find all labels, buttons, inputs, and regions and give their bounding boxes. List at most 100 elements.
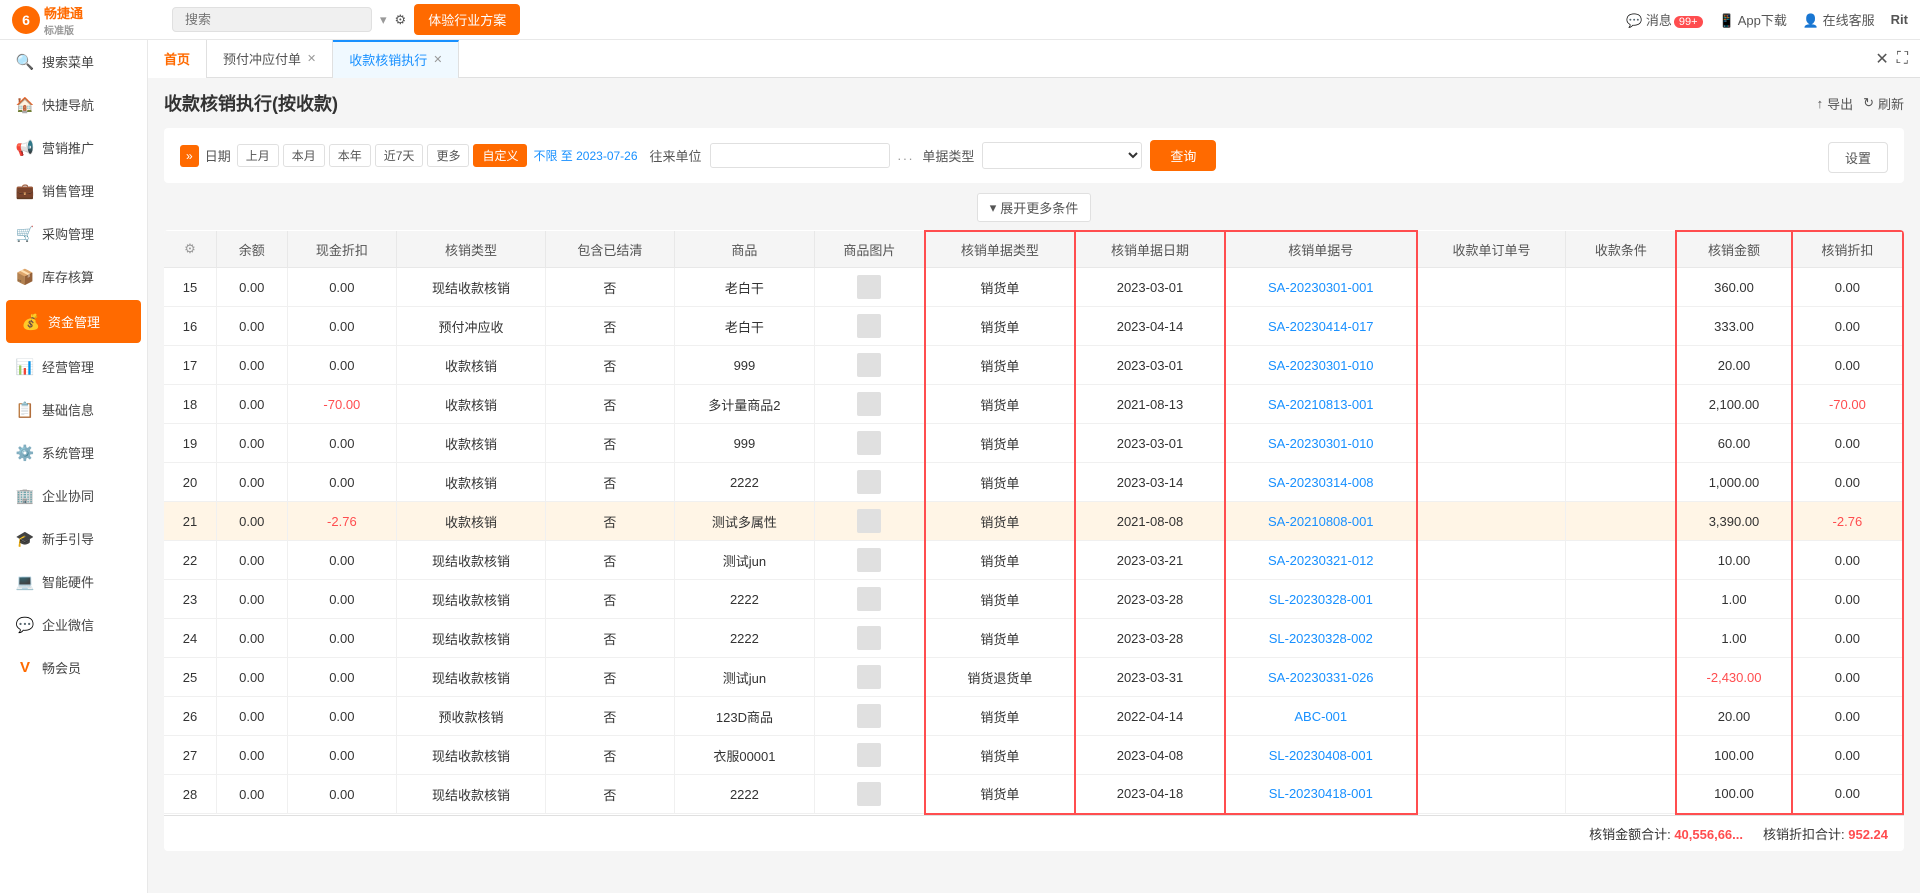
date-btn-thismonth[interactable]: 本月 [283, 144, 325, 167]
td-order-no [1417, 268, 1566, 307]
td-condition [1566, 268, 1676, 307]
sidebar-item-basic[interactable]: 📋 基础信息 [0, 388, 147, 431]
td-voucher-no[interactable]: SA-20230331-026 [1225, 658, 1416, 697]
expand-more-btn[interactable]: ▾ 展开更多条件 [977, 193, 1092, 222]
sidebar-item-member[interactable]: V 畅会员 [0, 646, 147, 689]
settings-col-icon[interactable]: ⚙ [184, 241, 196, 256]
td-voucher-date: 2023-03-28 [1075, 580, 1225, 619]
td-write-off-discount: 0.00 [1792, 307, 1903, 346]
voucher-no-link[interactable]: ABC-001 [1294, 709, 1347, 724]
export-btn[interactable]: ↑ 导出 [1817, 94, 1854, 113]
td-order-no [1417, 502, 1566, 541]
td-voucher-no[interactable]: SL-20230418-001 [1225, 775, 1416, 814]
date-btn-more[interactable]: 更多 [427, 144, 469, 167]
sidebar-item-quicknav[interactable]: 🏠 快捷导航 [0, 83, 147, 126]
sidebar-item-inventory[interactable]: 📦 库存核算 [0, 255, 147, 298]
sidebar-item-enterprise[interactable]: 🏢 企业协同 [0, 474, 147, 517]
td-voucher-no[interactable]: SA-20230314-008 [1225, 463, 1416, 502]
sidebar-item-marketing[interactable]: 📢 营销推广 [0, 126, 147, 169]
td-voucher-no[interactable]: ABC-001 [1225, 697, 1416, 736]
voucher-no-link[interactable]: SL-20230418-001 [1269, 786, 1373, 801]
industry-btn[interactable]: 体验行业方案 [414, 4, 520, 35]
sidebar-item-purchase[interactable]: 🛒 采购管理 [0, 212, 147, 255]
voucher-no-link[interactable]: SA-20230331-026 [1268, 670, 1374, 685]
tab-expand-btn[interactable]: ⛶ [1897, 50, 1908, 68]
online-service-btn[interactable]: 👤 在线客服 [1803, 10, 1875, 29]
voucher-no-link[interactable]: SA-20230314-008 [1268, 475, 1374, 490]
td-voucher-no[interactable]: SL-20230328-002 [1225, 619, 1416, 658]
td-product: 衣服00001 [674, 736, 814, 775]
voucher-no-link[interactable]: SA-20230301-001 [1268, 280, 1374, 295]
td-voucher-no[interactable]: SL-20230328-001 [1225, 580, 1416, 619]
td-product-image [814, 775, 924, 814]
td-balance: 0.00 [216, 346, 287, 385]
td-product: 2222 [674, 580, 814, 619]
sidebar-item-system[interactable]: ⚙️ 系统管理 [0, 431, 147, 474]
td-product: 2222 [674, 463, 814, 502]
td-write-off-discount: 0.00 [1792, 619, 1903, 658]
tab-collection[interactable]: 收款核销执行 ✕ [333, 40, 459, 78]
voucher-no-link[interactable]: SA-20230301-010 [1268, 358, 1374, 373]
date-btn-thisyear[interactable]: 本年 [329, 144, 371, 167]
sidebar-item-finance[interactable]: 💰 资金管理 [6, 300, 141, 343]
td-voucher-no[interactable]: SA-20210813-001 [1225, 385, 1416, 424]
td-balance: 0.00 [216, 541, 287, 580]
settings-btn[interactable]: ⚙ [395, 12, 407, 28]
td-voucher-no[interactable]: SA-20210808-001 [1225, 502, 1416, 541]
dropdown-icon[interactable]: ▾ [380, 12, 387, 28]
tab-prepay[interactable]: 预付冲应付单 ✕ [207, 40, 333, 78]
date-btn-custom[interactable]: 自定义 [473, 144, 527, 167]
setting-btn[interactable]: 设置 [1828, 142, 1888, 173]
td-voucher-type: 销货单 [925, 736, 1075, 775]
td-voucher-no[interactable]: SA-20230301-010 [1225, 424, 1416, 463]
top-bar-center: ▾ ⚙ 体验行业方案 [172, 4, 1614, 35]
td-amount: 1.00 [1676, 580, 1792, 619]
voucher-no-link[interactable]: SA-20210813-001 [1268, 397, 1374, 412]
sidebar-item-sales[interactable]: 💼 销售管理 [0, 169, 147, 212]
tab-collection-close[interactable]: ✕ [433, 53, 442, 66]
td-discount: 0.00 [287, 307, 397, 346]
td-no: 21 [164, 502, 216, 541]
tab-close-btn[interactable]: ✕ [1875, 49, 1888, 69]
td-voucher-no[interactable]: SL-20230408-001 [1225, 736, 1416, 775]
td-type: 现结收款核销 [397, 736, 546, 775]
tab-home[interactable]: 首页 [148, 40, 207, 78]
td-order-no [1417, 619, 1566, 658]
td-voucher-no[interactable]: SA-20230321-012 [1225, 541, 1416, 580]
messages-btn[interactable]: 💬 消息99+ [1626, 10, 1703, 29]
sidebar-item-hardware[interactable]: 💻 智能硬件 [0, 560, 147, 603]
voucher-no-link[interactable]: SA-20230414-017 [1268, 319, 1374, 334]
sidebar-item-operations[interactable]: 📊 经营管理 [0, 345, 147, 388]
date-btn-7days[interactable]: 近7天 [375, 144, 424, 167]
voucher-no-link[interactable]: SL-20230408-001 [1269, 748, 1373, 763]
query-btn[interactable]: 查询 [1150, 140, 1216, 171]
voucher-no-link[interactable]: SA-20230301-010 [1268, 436, 1374, 451]
td-voucher-no[interactable]: SA-20230414-017 [1225, 307, 1416, 346]
voucher-no-link[interactable]: SL-20230328-001 [1269, 592, 1373, 607]
td-product-image [814, 541, 924, 580]
source-input[interactable] [710, 143, 890, 168]
td-voucher-date: 2023-03-31 [1075, 658, 1225, 697]
date-btn-lastmonth[interactable]: 上月 [237, 144, 279, 167]
td-order-no [1417, 424, 1566, 463]
refresh-btn[interactable]: ↻ 刷新 [1863, 94, 1904, 113]
voucher-type-select[interactable] [982, 142, 1142, 169]
voucher-no-link[interactable]: SL-20230328-002 [1269, 631, 1373, 646]
sidebar-item-guide[interactable]: 🎓 新手引导 [0, 517, 147, 560]
app-download-btn[interactable]: 📱 App下载 [1719, 10, 1787, 29]
sidebar-item-search[interactable]: 🔍 搜索菜单 [0, 40, 147, 83]
td-balance: 0.00 [216, 268, 287, 307]
voucher-no-link[interactable]: SA-20230321-012 [1268, 553, 1374, 568]
tab-prepay-close[interactable]: ✕ [307, 52, 316, 65]
expand-bar: ▾ 展开更多条件 [164, 193, 1904, 222]
td-voucher-no[interactable]: SA-20230301-010 [1225, 346, 1416, 385]
td-product-image [814, 385, 924, 424]
td-product-image [814, 307, 924, 346]
th-settings[interactable]: ⚙ [164, 231, 216, 268]
voucher-no-link[interactable]: SA-20210808-001 [1268, 514, 1374, 529]
th-voucher-type: 核销单据类型 [925, 231, 1075, 268]
top-search-input[interactable] [172, 7, 372, 32]
filter-expand-btn[interactable]: » [180, 145, 199, 167]
sidebar-item-wechat[interactable]: 💬 企业微信 [0, 603, 147, 646]
td-voucher-no[interactable]: SA-20230301-001 [1225, 268, 1416, 307]
